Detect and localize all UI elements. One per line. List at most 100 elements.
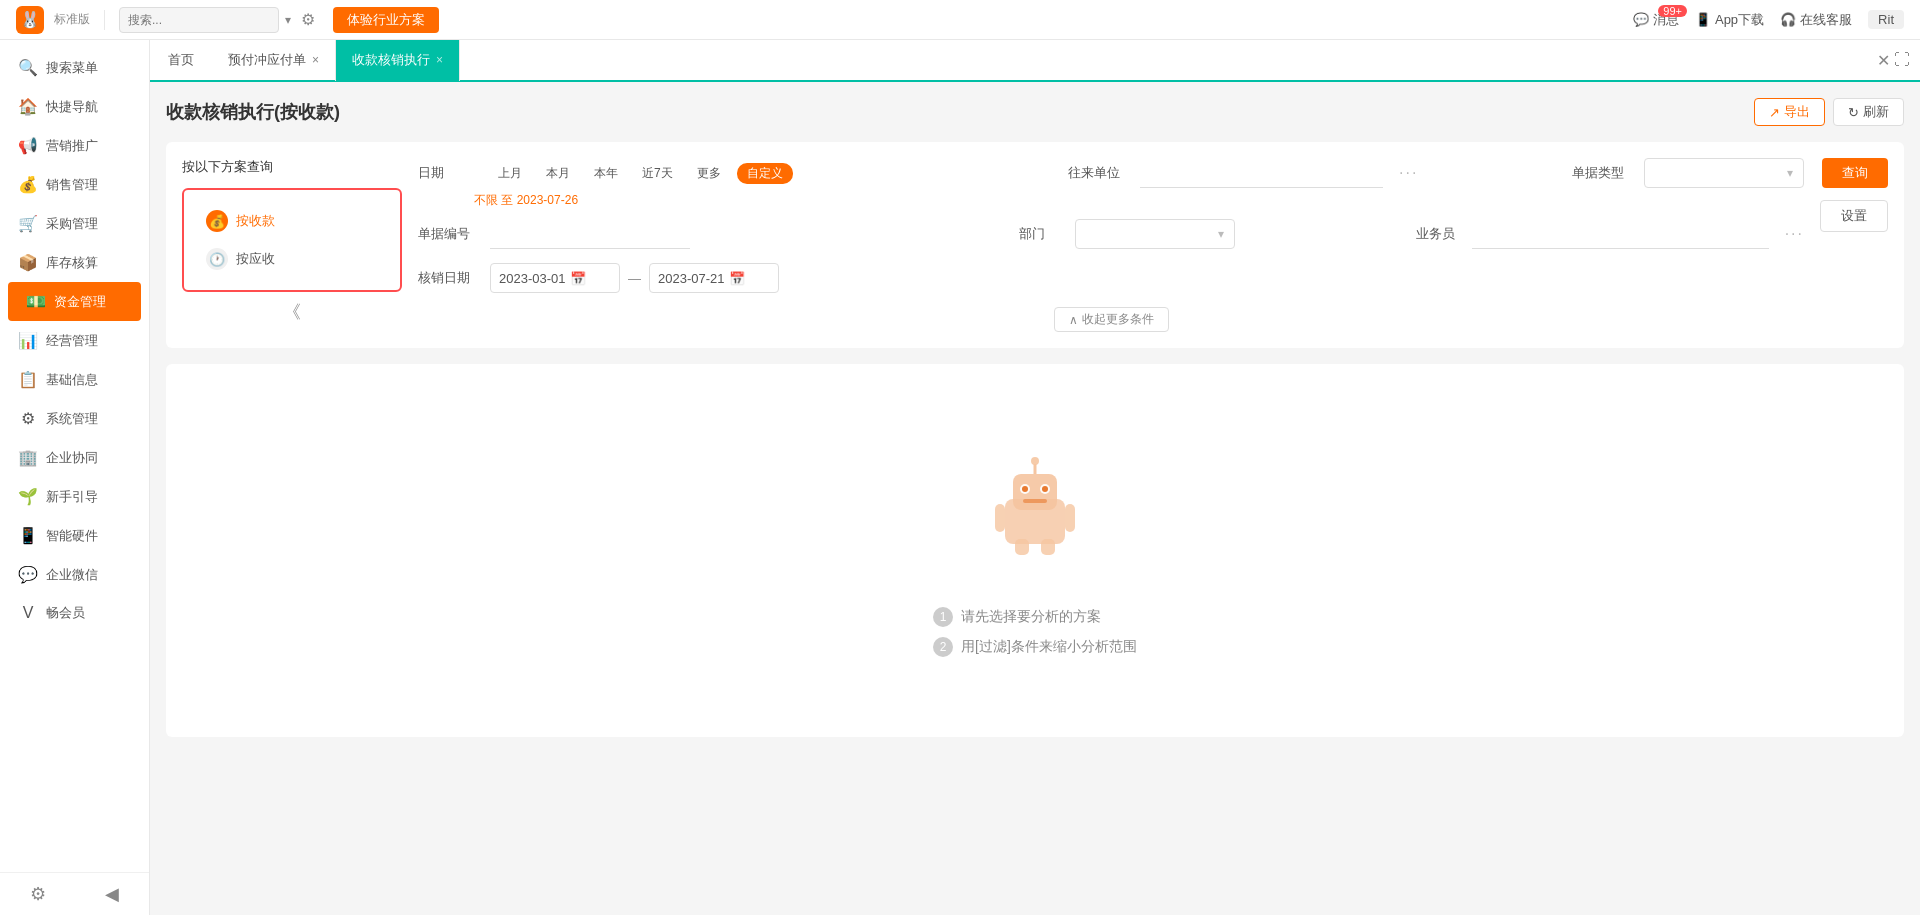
- tip-2-text: 用[过滤]条件来缩小分析范围: [961, 638, 1137, 656]
- main-layout: 🔍 搜索菜单 🏠 快捷导航 📢 营销推广 💰 销售管理 🛒 采购管理 📦: [0, 40, 1920, 915]
- tab-home[interactable]: 首页: [150, 40, 212, 81]
- sidebar-item-wechat[interactable]: 💬 企业微信: [0, 555, 149, 594]
- filter-option-by-receipt[interactable]: 💰 按收款: [196, 202, 388, 240]
- search-icon: 🔍: [18, 58, 38, 77]
- filter-option-by-receivable[interactable]: 🕐 按应收: [196, 240, 388, 278]
- filter-receivable-icon: 🕐: [206, 248, 228, 270]
- topbar-chevron-icon[interactable]: ▾: [285, 13, 291, 27]
- message-button[interactable]: 💬 消息 99+: [1633, 11, 1679, 29]
- refresh-label: 刷新: [1863, 103, 1889, 121]
- sidebar-item-inventory[interactable]: 📦 库存核算: [0, 243, 149, 282]
- verify-date-range: 2023-03-01 📅 — 2023-07-21 📅: [490, 263, 779, 293]
- sidebar-item-marketing[interactable]: 📢 营销推广: [0, 126, 149, 165]
- filter-conditions: 日期 上月 本月 本年 近7天 更多 自定义 往来单位 ···: [418, 158, 1804, 332]
- date-btn-this-month[interactable]: 本月: [538, 163, 578, 184]
- sidebar: 🔍 搜索菜单 🏠 快捷导航 📢 营销推广 💰 销售管理 🛒 采购管理 📦: [0, 40, 150, 915]
- sidebar-item-quicknav[interactable]: 🏠 快捷导航: [0, 87, 149, 126]
- query-button[interactable]: 查询: [1822, 158, 1888, 188]
- refresh-button[interactable]: ↻ 刷新: [1833, 98, 1904, 126]
- window-close-icon[interactable]: ✕: [1877, 51, 1890, 70]
- collab-icon: 🏢: [18, 448, 38, 467]
- date-btn-last-month[interactable]: 上月: [490, 163, 530, 184]
- logo-icon: 🐰: [16, 6, 44, 34]
- tab-current-close[interactable]: ×: [436, 53, 443, 67]
- page-title-row: 收款核销执行(按收款) ↗ 导出 ↻ 刷新: [166, 98, 1904, 126]
- svg-rect-7: [995, 504, 1005, 532]
- doc-type-dropdown[interactable]: ▾: [1644, 158, 1804, 188]
- user-name: Rit: [1878, 12, 1894, 27]
- date-custom-tag[interactable]: 自定义: [737, 163, 793, 184]
- export-button[interactable]: ↗ 导出: [1754, 98, 1825, 126]
- filter-collapse-button[interactable]: 《: [182, 300, 402, 324]
- page-content: 收款核销执行(按收款) ↗ 导出 ↻ 刷新 按以下方案查询: [150, 82, 1920, 915]
- sidebar-item-label: 营销推广: [46, 137, 98, 155]
- verify-date-start-value: 2023-03-01: [499, 271, 566, 286]
- home-icon: 🏠: [18, 97, 38, 116]
- partner-input-area[interactable]: [1140, 158, 1383, 188]
- date-separator: —: [628, 271, 641, 286]
- sidebar-item-member[interactable]: V 畅会员: [0, 594, 149, 632]
- sidebar-item-collab[interactable]: 🏢 企业协同: [0, 438, 149, 477]
- setting-button[interactable]: 设置: [1820, 200, 1888, 232]
- svg-point-5: [1042, 486, 1048, 492]
- marketing-icon: 📢: [18, 136, 38, 155]
- verify-date-start-input[interactable]: 2023-03-01 📅: [490, 263, 620, 293]
- online-service-button[interactable]: 🎧 在线客服: [1780, 11, 1852, 29]
- solution-button[interactable]: 体验行业方案: [333, 7, 439, 33]
- sidebar-item-operations[interactable]: 📊 经营管理: [0, 321, 149, 360]
- sidebar-item-label: 畅会员: [46, 604, 85, 622]
- filter-receipt-icon: 💰: [206, 210, 228, 232]
- date-subtitle: 不限 至 2023-07-26: [474, 192, 1804, 209]
- svg-point-4: [1022, 486, 1028, 492]
- date-label: 日期: [418, 164, 474, 182]
- user-profile[interactable]: Rit: [1868, 10, 1904, 29]
- staff-input-area[interactable]: [1472, 219, 1769, 249]
- collapse-icon: 《: [283, 302, 301, 322]
- calendar-start-icon[interactable]: 📅: [570, 271, 586, 286]
- tab-prepay[interactable]: 预付冲应付单 ×: [212, 40, 336, 81]
- filter-panel: 按以下方案查询 💰 按收款 🕐 按应收 《: [166, 142, 1904, 348]
- app-download-button[interactable]: 📱 App下载: [1695, 11, 1764, 29]
- date-btn-7days[interactable]: 近7天: [634, 163, 681, 184]
- sales-icon: 💰: [18, 175, 38, 194]
- verify-date-end-input[interactable]: 2023-07-21 📅: [649, 263, 779, 293]
- date-btn-this-year[interactable]: 本年: [586, 163, 626, 184]
- date-btn-more[interactable]: 更多: [689, 163, 729, 184]
- dept-dropdown[interactable]: ▾: [1075, 219, 1235, 249]
- basicinfo-icon: 📋: [18, 370, 38, 389]
- partner-select-dots[interactable]: ···: [1399, 164, 1418, 182]
- sidebar-item-label: 经营管理: [46, 332, 98, 350]
- collapse-more-button[interactable]: ∧ 收起更多条件: [1054, 307, 1169, 332]
- sidebar-item-sales[interactable]: 💰 销售管理: [0, 165, 149, 204]
- sidebar-item-guide[interactable]: 🌱 新手引导: [0, 477, 149, 516]
- sidebar-menu: 🔍 搜索菜单 🏠 快捷导航 📢 营销推广 💰 销售管理 🛒 采购管理 📦: [0, 40, 149, 872]
- app-logo: 🐰: [16, 6, 44, 34]
- staff-select-dots[interactable]: ···: [1785, 225, 1804, 243]
- doc-no-input-area[interactable]: [490, 219, 690, 249]
- window-expand-icon[interactable]: ⛶: [1894, 51, 1910, 69]
- topbar-search-input[interactable]: [119, 7, 279, 33]
- sidebar-collapse-icon[interactable]: ◀: [105, 883, 119, 905]
- tab-actions: ✕ ⛶: [1867, 51, 1920, 70]
- tab-current[interactable]: 收款核销执行 ×: [336, 40, 460, 81]
- filter-date-group: 上月 本月 本年 近7天 更多 自定义: [490, 163, 793, 184]
- system-icon: ⚙: [18, 409, 38, 428]
- guide-icon: 🌱: [18, 487, 38, 506]
- export-label: 导出: [1784, 103, 1810, 121]
- filter-collapse-row: ∧ 收起更多条件: [418, 307, 1804, 332]
- sidebar-settings-icon[interactable]: ⚙: [30, 883, 46, 905]
- sidebar-item-system[interactable]: ⚙ 系统管理: [0, 399, 149, 438]
- content-area: 首页 预付冲应付单 × 收款核销执行 × ✕ ⛶ 收款核销执行(按收款): [150, 40, 1920, 915]
- calendar-end-icon[interactable]: 📅: [729, 271, 745, 286]
- sidebar-item-search[interactable]: 🔍 搜索菜单: [0, 48, 149, 87]
- sidebar-bottom: ⚙ ◀: [0, 872, 149, 915]
- topbar-settings-icon[interactable]: ⚙: [301, 10, 315, 29]
- sidebar-item-basicinfo[interactable]: 📋 基础信息: [0, 360, 149, 399]
- filter-scheme-title: 按以下方案查询: [182, 158, 402, 176]
- sidebar-item-purchase[interactable]: 🛒 采购管理: [0, 204, 149, 243]
- sidebar-item-hardware[interactable]: 📱 智能硬件: [0, 516, 149, 555]
- page-title-actions: ↗ 导出 ↻ 刷新: [1754, 98, 1904, 126]
- sidebar-item-finance[interactable]: 💵 资金管理: [8, 282, 141, 321]
- app-version: 标准版: [54, 11, 90, 28]
- tab-prepay-close[interactable]: ×: [312, 53, 319, 67]
